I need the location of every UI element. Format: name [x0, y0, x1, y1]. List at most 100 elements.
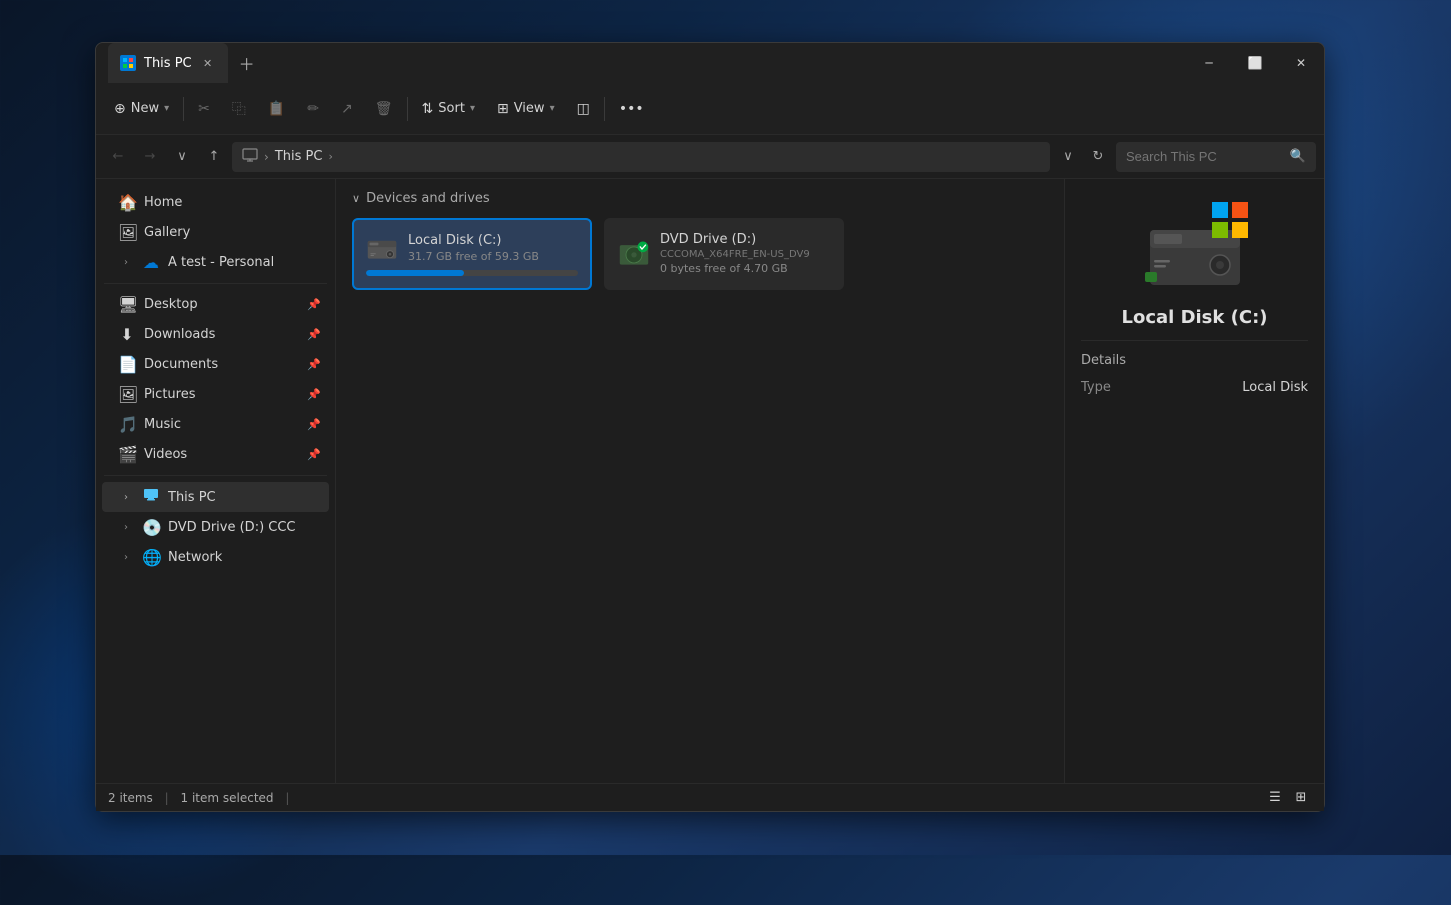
- close-button[interactable]: ✕: [1278, 43, 1324, 83]
- expand-nav-button[interactable]: ∨: [168, 143, 196, 171]
- tab-close-button[interactable]: ✕: [200, 55, 216, 71]
- d-drive-name: DVD Drive (D:): [660, 232, 830, 247]
- new-button[interactable]: ⊕ New ▾: [104, 95, 179, 123]
- new-chevron-icon: ▾: [164, 103, 169, 114]
- pictures-icon: 🖼: [118, 385, 136, 404]
- toolbar-separator-2: [407, 97, 408, 121]
- network-icon: 🌐: [142, 548, 160, 567]
- view-chevron-icon: ▾: [550, 103, 555, 114]
- list-view-button[interactable]: ☰: [1264, 787, 1286, 809]
- view-button[interactable]: ⊞ View ▾: [487, 95, 565, 123]
- view-icon: ⊞: [497, 101, 509, 117]
- details-divider: [1081, 340, 1308, 341]
- main-tab[interactable]: This PC ✕: [108, 43, 228, 83]
- status-bar: 2 items | 1 item selected | ☰ ⊞: [96, 783, 1324, 811]
- sidebar-divider-2: [104, 475, 327, 476]
- status-separator-2: |: [285, 791, 289, 805]
- gallery-icon: 🖼: [118, 223, 136, 242]
- sidebar-item-gallery[interactable]: 🖼 Gallery: [102, 218, 329, 247]
- paste-icon: 📋: [268, 101, 285, 117]
- rename-button[interactable]: ✏: [297, 95, 329, 123]
- details-button[interactable]: ◫: [567, 95, 600, 123]
- back-button[interactable]: ←: [104, 143, 132, 171]
- sidebar-item-documents[interactable]: 📄 Documents 📌: [102, 350, 329, 379]
- details-panel: Local Disk (C:) Details Type Local Disk: [1064, 179, 1324, 783]
- c-drive-name: Local Disk (C:): [408, 233, 578, 248]
- cut-button[interactable]: ✂: [188, 95, 220, 123]
- status-items-count: 2 items: [108, 791, 153, 805]
- new-tab-button[interactable]: ＋: [232, 48, 262, 78]
- details-type-value: Local Disk: [1242, 380, 1308, 395]
- path-separator: ›: [264, 150, 269, 164]
- drive-tile-c[interactable]: Local Disk (C:) 31.7 GB free of 59.3 GB: [352, 218, 592, 290]
- path-computer-icon: [242, 147, 258, 167]
- refresh-button[interactable]: ↻: [1084, 143, 1112, 171]
- sidebar-item-home[interactable]: 🏠 Home: [102, 188, 329, 217]
- c-drive-icon: [366, 232, 398, 264]
- sidebar-item-desktop[interactable]: 🖥 Desktop 📌: [102, 290, 329, 319]
- maximize-button[interactable]: ⬜: [1232, 43, 1278, 83]
- c-drive-progress-fill: [366, 270, 464, 276]
- forward-button[interactable]: →: [136, 143, 164, 171]
- cloud-icon: ☁: [142, 253, 160, 272]
- d-drive-info: DVD Drive (D:) CCCOMA_X64FRE_EN-US_DV9 0…: [660, 232, 830, 275]
- copy-icon: ⿻: [232, 99, 246, 119]
- pin-icon-videos: 📌: [307, 448, 321, 461]
- up-button[interactable]: ↑: [200, 143, 228, 171]
- tab-title: This PC: [144, 56, 192, 71]
- sort-button[interactable]: ⇅ Sort ▾: [412, 95, 485, 123]
- window-controls: ─ ⬜ ✕: [1186, 43, 1324, 83]
- sidebar-divider-1: [104, 283, 327, 284]
- search-input[interactable]: [1126, 149, 1284, 164]
- sidebar-item-dvddrive[interactable]: › 💿 DVD Drive (D:) CCC: [102, 513, 329, 542]
- details-icon: ◫: [577, 101, 590, 117]
- section-header: ∨ Devices and drives: [352, 191, 1048, 206]
- address-path[interactable]: › This PC ›: [232, 142, 1050, 172]
- details-drive-icon: [1135, 195, 1255, 295]
- search-box[interactable]: 🔍: [1116, 142, 1316, 172]
- address-bar: ← → ∨ ↑ › This PC › ∨ ↻ 🔍: [96, 135, 1324, 179]
- paste-button[interactable]: 📋: [258, 95, 295, 123]
- expand-dvd-icon: ›: [118, 520, 134, 536]
- c-drive-progress: [366, 270, 578, 276]
- desktop-icon: 🖥: [118, 295, 136, 314]
- new-icon: ⊕: [114, 101, 126, 117]
- pin-icon-music: 📌: [307, 418, 321, 431]
- sidebar-item-downloads[interactable]: ⬇ Downloads 📌: [102, 320, 329, 349]
- sort-icon: ⇅: [422, 101, 434, 117]
- pin-icon: 📌: [307, 298, 321, 311]
- drive-tile-d[interactable]: DVD Drive (D:) CCCOMA_X64FRE_EN-US_DV9 0…: [604, 218, 844, 290]
- sidebar-item-pictures[interactable]: 🖼 Pictures 📌: [102, 380, 329, 409]
- drives-grid: Local Disk (C:) 31.7 GB free of 59.3 GB: [352, 218, 1048, 290]
- c-drive-free: 31.7 GB free of 59.3 GB: [408, 250, 578, 263]
- expand-onedrive-icon: ›: [118, 255, 134, 271]
- main-content: 🏠 Home 🖼 Gallery › ☁ A test - Personal 🖥…: [96, 179, 1324, 783]
- documents-icon: 📄: [118, 355, 136, 374]
- copy-button[interactable]: ⿻: [222, 93, 256, 125]
- section-title: Devices and drives: [366, 191, 490, 206]
- delete-button[interactable]: 🗑: [365, 95, 403, 123]
- grid-view-button[interactable]: ⊞: [1290, 787, 1312, 809]
- sidebar-item-onedrive[interactable]: › ☁ A test - Personal: [102, 248, 329, 277]
- drive-tile-top-d: DVD Drive (D:) CCCOMA_X64FRE_EN-US_DV9 0…: [618, 232, 830, 275]
- sort-chevron-icon: ▾: [470, 103, 475, 114]
- delete-icon: 🗑: [375, 101, 393, 117]
- d-drive-subtitle: CCCOMA_X64FRE_EN-US_DV9: [660, 249, 830, 260]
- toolbar: ⊕ New ▾ ✂ ⿻ 📋 ✏ ↗ 🗑 ⇅ Sort ▾ ⊞: [96, 83, 1324, 135]
- c-drive-info: Local Disk (C:) 31.7 GB free of 59.3 GB: [408, 233, 578, 263]
- pin-icon-docs: 📌: [307, 358, 321, 371]
- home-icon: 🏠: [118, 193, 136, 212]
- minimize-button[interactable]: ─: [1186, 43, 1232, 83]
- sidebar-item-network[interactable]: › 🌐 Network: [102, 543, 329, 572]
- details-type-row: Type Local Disk: [1081, 380, 1308, 395]
- sidebar-item-music[interactable]: 🎵 Music 📌: [102, 410, 329, 439]
- more-button[interactable]: •••: [609, 95, 654, 123]
- toolbar-separator-3: [604, 97, 605, 121]
- status-separator-1: |: [165, 791, 169, 805]
- tab-icon: [120, 55, 136, 71]
- dropdown-button[interactable]: ∨: [1054, 143, 1082, 171]
- section-chevron-icon[interactable]: ∨: [352, 192, 360, 205]
- sidebar-item-videos[interactable]: 🎬 Videos 📌: [102, 440, 329, 469]
- sidebar-item-thispc[interactable]: › This PC: [102, 482, 329, 512]
- share-button[interactable]: ↗: [331, 95, 363, 123]
